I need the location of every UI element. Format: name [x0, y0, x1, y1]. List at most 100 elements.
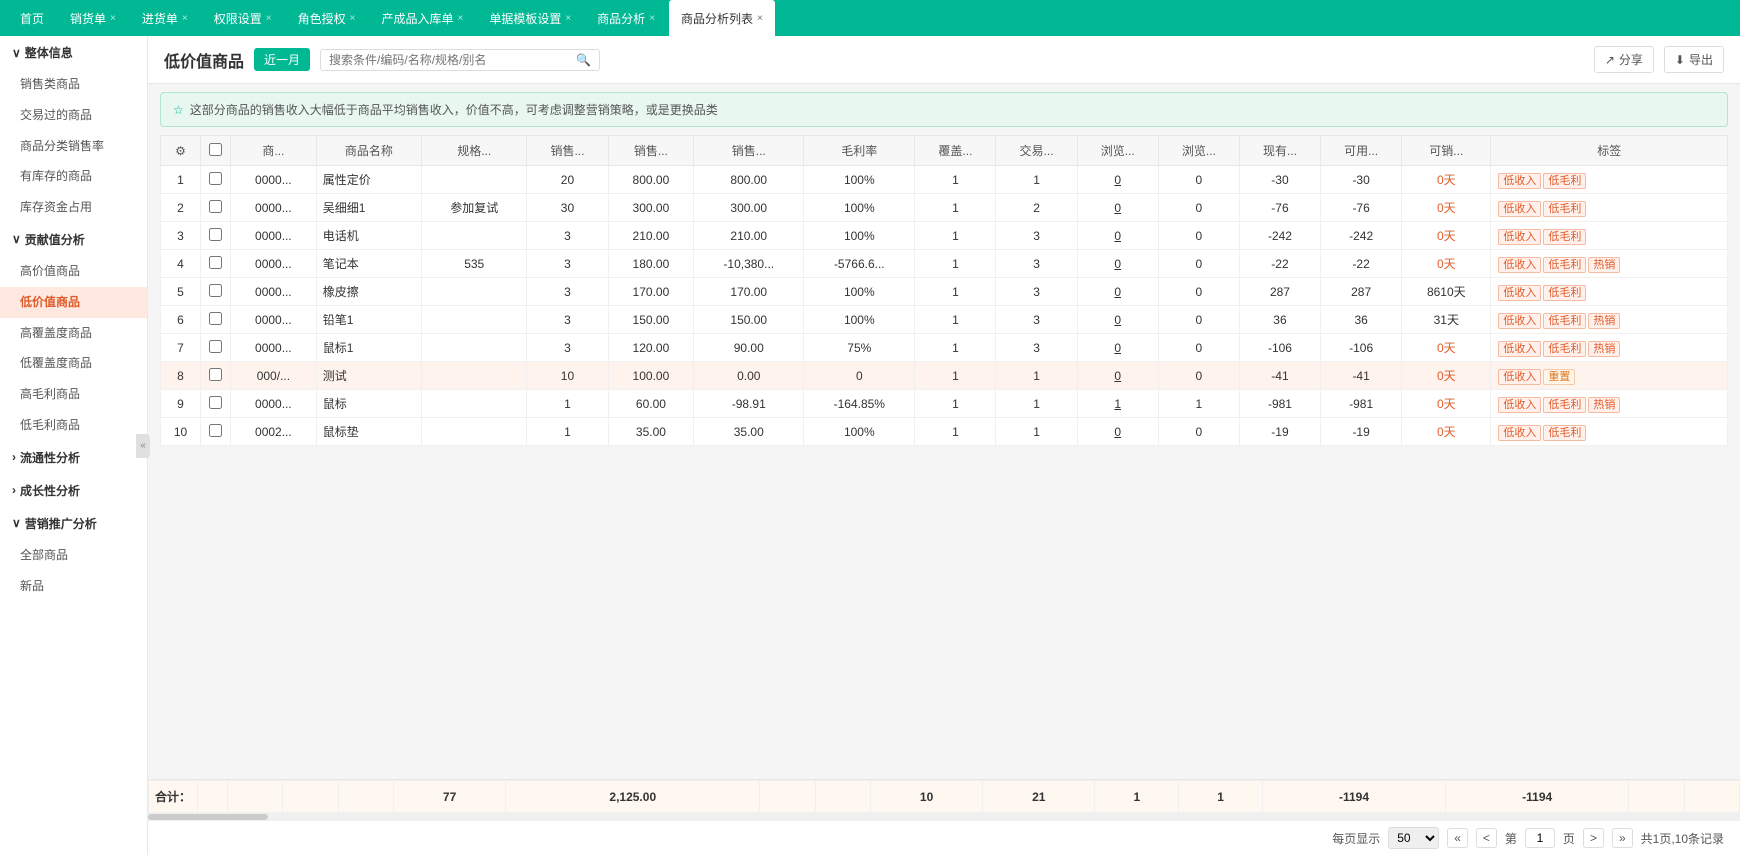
page-prev-button[interactable]: < — [1476, 828, 1497, 848]
close-icon[interactable]: × — [565, 13, 571, 24]
col-stock2-header[interactable]: 可用... — [1321, 136, 1402, 166]
sidebar-item-low-coverage[interactable]: 低覆盖度商品 — [0, 348, 147, 379]
sidebar-item-high-value[interactable]: 高价值商品 — [0, 256, 147, 287]
cell-browse1[interactable]: 0 — [1077, 362, 1158, 390]
cell-spec — [422, 166, 527, 194]
cell-browse1[interactable]: 0 — [1077, 278, 1158, 306]
cell-checkbox[interactable] — [201, 362, 231, 390]
col-qty-header[interactable]: 销售... — [527, 136, 608, 166]
close-icon[interactable]: × — [110, 13, 116, 24]
cell-stock1: -76 — [1239, 194, 1320, 222]
nav-product-in[interactable]: 产成品入库单 × — [369, 0, 475, 36]
sidebar-item-low-margin[interactable]: 低毛利商品 — [0, 410, 147, 441]
cell-qty: 3 — [527, 222, 608, 250]
col-browse2-header[interactable]: 浏览... — [1158, 136, 1239, 166]
main-content: 低价值商品 近一月 🔍 ↗ 分享 ⬇ 导出 ☆ 这部分商品的销售收入大幅低于商品… — [148, 36, 1740, 855]
nav-purchase-order[interactable]: 进货单 × — [130, 0, 200, 36]
cell-browse1[interactable]: 0 — [1077, 250, 1158, 278]
cell-browse1[interactable]: 1 — [1077, 390, 1158, 418]
cell-browse1[interactable]: 0 — [1077, 418, 1158, 446]
nav-product-analysis[interactable]: 商品分析 × — [585, 0, 667, 36]
export-button[interactable]: ⬇ 导出 — [1664, 46, 1724, 73]
sidebar-group-contribution[interactable]: ∨ 贡献值分析 — [0, 223, 147, 256]
page-size-select[interactable]: 50 100 200 — [1388, 827, 1439, 849]
close-icon[interactable]: × — [266, 13, 272, 24]
col-stock3-header[interactable]: 可销... — [1402, 136, 1491, 166]
sidebar-item-stock-fund[interactable]: 库存资金占用 — [0, 192, 147, 223]
cell-checkbox[interactable] — [201, 166, 231, 194]
col-name-header[interactable]: 商品名称 — [316, 136, 421, 166]
cell-checkbox[interactable] — [201, 390, 231, 418]
col-sale2-header[interactable]: 销售... — [694, 136, 804, 166]
sidebar-collapse-button[interactable]: « — [136, 434, 150, 458]
sidebar-item-all-goods[interactable]: 全部商品 — [0, 540, 147, 571]
close-icon[interactable]: × — [757, 13, 763, 24]
cell-code: 0002... — [231, 418, 317, 446]
nav-product-analysis-list[interactable]: 商品分析列表 × — [669, 0, 775, 36]
select-all-checkbox[interactable] — [209, 143, 222, 156]
col-code-header[interactable]: 商... — [231, 136, 317, 166]
page-number-input[interactable] — [1525, 828, 1555, 848]
share-button[interactable]: ↗ 分享 — [1594, 46, 1654, 73]
cell-checkbox[interactable] — [201, 334, 231, 362]
nav-permission-settings[interactable]: 权限设置 × — [202, 0, 284, 36]
col-sale1-header[interactable]: 销售... — [608, 136, 694, 166]
cell-qty: 1 — [527, 418, 608, 446]
sidebar-item-traded-goods[interactable]: 交易过的商品 — [0, 100, 147, 131]
cell-browse1[interactable]: 0 — [1077, 222, 1158, 250]
cell-browse1[interactable]: 0 — [1077, 334, 1158, 362]
search-input[interactable] — [329, 53, 570, 67]
scrollbar-thumb[interactable] — [148, 814, 268, 820]
cell-name: 鼠标垫 — [316, 418, 421, 446]
close-icon[interactable]: × — [649, 13, 655, 24]
cell-checkbox[interactable] — [201, 306, 231, 334]
col-checkbox — [201, 136, 231, 166]
cell-browse1[interactable]: 0 — [1077, 306, 1158, 334]
horizontal-scrollbar[interactable] — [148, 813, 1740, 821]
sidebar-item-low-value[interactable]: 低价值商品 — [0, 287, 147, 318]
cell-days: 0天 — [1402, 250, 1491, 278]
nav-sales-order[interactable]: 销货单 × — [58, 0, 128, 36]
sidebar-item-high-coverage[interactable]: 高覆盖度商品 — [0, 318, 147, 349]
page-first-button[interactable]: « — [1447, 828, 1468, 848]
cell-qty: 3 — [527, 278, 608, 306]
sidebar-group-growth[interactable]: › 成长性分析 — [0, 474, 147, 507]
close-icon[interactable]: × — [350, 13, 356, 24]
sidebar-item-new-goods[interactable]: 新品 — [0, 571, 147, 602]
cell-checkbox[interactable] — [201, 194, 231, 222]
cell-sale2: 210.00 — [694, 222, 804, 250]
col-gross-header[interactable]: 毛利率 — [804, 136, 915, 166]
cell-browse1[interactable]: 0 — [1077, 166, 1158, 194]
col-trade-header[interactable]: 交易... — [996, 136, 1077, 166]
sidebar-item-category-rate[interactable]: 商品分类销售率 — [0, 131, 147, 162]
cell-stock2: -22 — [1321, 250, 1402, 278]
settings-icon[interactable]: ⚙ — [175, 144, 186, 158]
col-browse1-header[interactable]: 浏览... — [1077, 136, 1158, 166]
cell-checkbox[interactable] — [201, 222, 231, 250]
sidebar-group-overall[interactable]: ∨ 整体信息 — [0, 36, 147, 69]
cell-stock1: 36 — [1239, 306, 1320, 334]
search-icon[interactable]: 🔍 — [576, 53, 591, 67]
cell-checkbox[interactable] — [201, 418, 231, 446]
nav-role-auth[interactable]: 角色授权 × — [286, 0, 368, 36]
col-coverage-header[interactable]: 覆盖... — [915, 136, 996, 166]
sidebar-group-marketing[interactable]: ∨ 营销推广分析 — [0, 507, 147, 540]
close-icon[interactable]: × — [457, 13, 463, 24]
sidebar-item-sales-goods[interactable]: 销售类商品 — [0, 69, 147, 100]
cell-checkbox[interactable] — [201, 278, 231, 306]
sidebar-group-circulation[interactable]: › 流通性分析 — [0, 441, 147, 474]
cell-checkbox[interactable] — [201, 250, 231, 278]
sidebar-item-stock-goods[interactable]: 有库存的商品 — [0, 161, 147, 192]
nav-home[interactable]: 首页 — [8, 0, 56, 36]
cell-browse1[interactable]: 0 — [1077, 194, 1158, 222]
close-icon[interactable]: × — [182, 13, 188, 24]
col-stock1-header[interactable]: 现有... — [1239, 136, 1320, 166]
page-next-button[interactable]: > — [1583, 828, 1604, 848]
filter-recent-month-button[interactable]: 近一月 — [254, 48, 310, 71]
col-spec-header[interactable]: 规格... — [422, 136, 527, 166]
nav-template-settings[interactable]: 单据模板设置 × — [477, 0, 583, 36]
cell-trade: 3 — [996, 334, 1077, 362]
page-last-button[interactable]: » — [1612, 828, 1633, 848]
sidebar-item-high-margin[interactable]: 高毛利商品 — [0, 379, 147, 410]
cell-trade: 3 — [996, 222, 1077, 250]
